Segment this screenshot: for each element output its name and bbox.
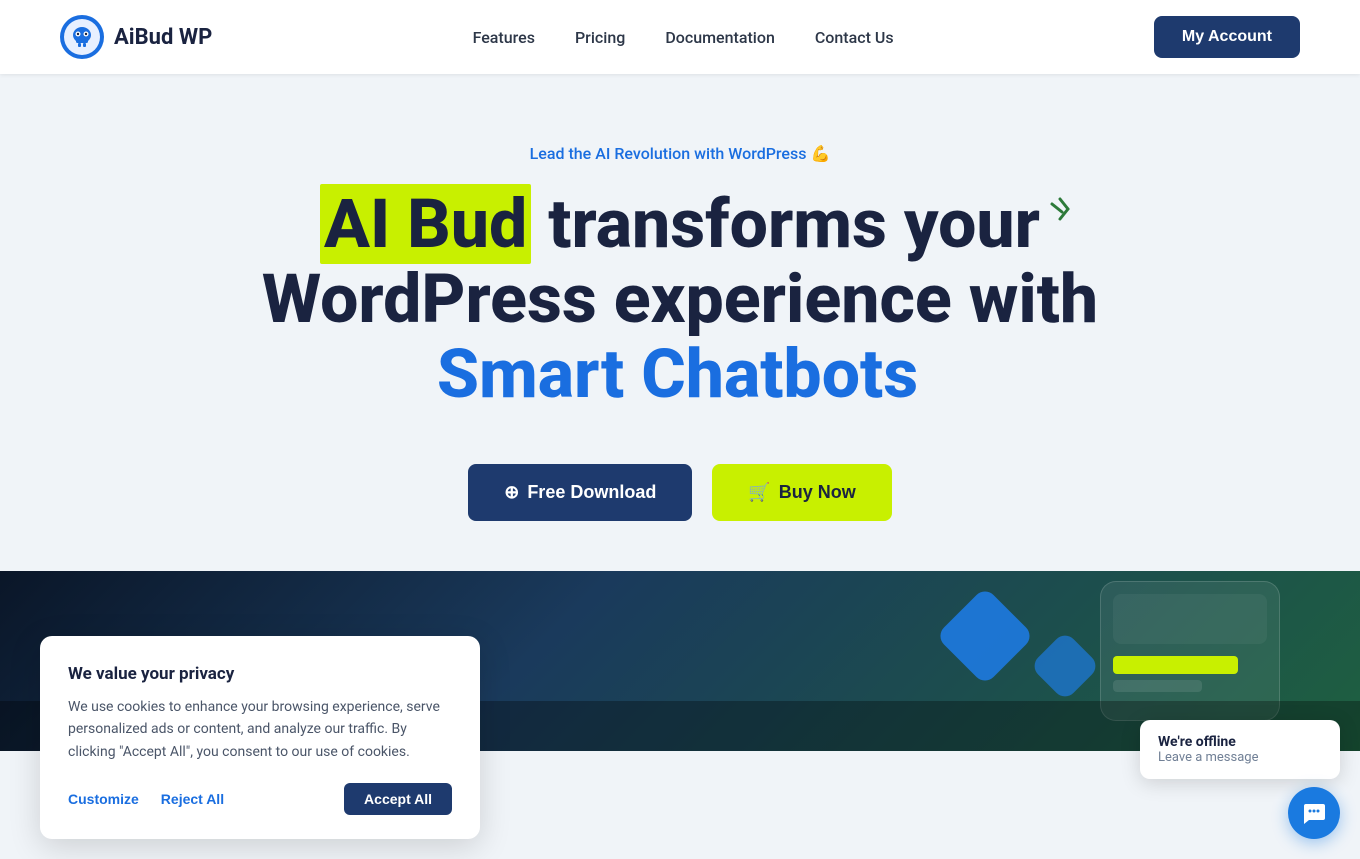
logo[interactable]: AiBud WP — [60, 15, 212, 59]
spark-icon — [1040, 194, 1080, 234]
nav-links: Features Pricing Documentation Contact U… — [473, 28, 894, 47]
free-download-button[interactable]: ⊕ Free Download — [468, 464, 692, 521]
hero-section: Lead the AI Revolution with WordPress 💪 … — [0, 74, 1360, 571]
logo-icon — [60, 15, 104, 59]
chat-widget: We're offline Leave a message — [1140, 720, 1340, 839]
nav-documentation[interactable]: Documentation — [665, 28, 775, 47]
logo-text: AiBud WP — [114, 25, 212, 50]
hero-buttons: ⊕ Free Download 🛒 Buy Now — [20, 464, 1340, 521]
diamond-shape-2 — [1030, 630, 1101, 701]
nav-features[interactable]: Features — [473, 28, 535, 47]
buy-now-button[interactable]: 🛒 Buy Now — [712, 464, 891, 521]
device-mockup — [1100, 581, 1280, 721]
cookie-banner: We value your privacy We use cookies to … — [40, 636, 480, 839]
chat-message: Leave a message — [1158, 750, 1322, 765]
chat-icon — [1301, 800, 1327, 826]
diamond-shape-1 — [936, 586, 1035, 685]
hero-title-line1: AI Bud transforms your — [20, 187, 1340, 262]
cookie-buttons: Customize Reject All Accept All — [68, 783, 452, 815]
hero-tag: Lead the AI Revolution with WordPress 💪 — [530, 144, 831, 163]
cookie-text: We use cookies to enhance your browsing … — [68, 696, 452, 763]
hero-title: AI Bud transforms your WordPress experie… — [20, 187, 1340, 414]
nav-contact[interactable]: Contact Us — [815, 28, 894, 47]
hero-title-line2: WordPress experience with — [20, 262, 1340, 337]
cookie-title: We value your privacy — [68, 664, 452, 684]
reject-all-button[interactable]: Reject All — [149, 783, 236, 815]
hero-title-line3: Smart Chatbots — [20, 337, 1340, 414]
nav-pricing[interactable]: Pricing — [575, 28, 625, 47]
accept-all-button[interactable]: Accept All — [344, 783, 452, 815]
hero-highlight: AI Bud — [320, 184, 531, 264]
cart-icon: 🛒 — [748, 482, 770, 503]
navbar: AiBud WP Features Pricing Documentation … — [0, 0, 1360, 74]
wp-icon: ⊕ — [504, 482, 519, 503]
chat-popup: We're offline Leave a message — [1140, 720, 1340, 779]
chat-status: We're offline — [1158, 734, 1322, 750]
customize-button[interactable]: Customize — [68, 783, 139, 815]
my-account-button[interactable]: My Account — [1154, 16, 1300, 58]
hero-typed-text: Smart Chatbots — [20, 337, 1340, 414]
chat-icon-button[interactable] — [1288, 787, 1340, 839]
